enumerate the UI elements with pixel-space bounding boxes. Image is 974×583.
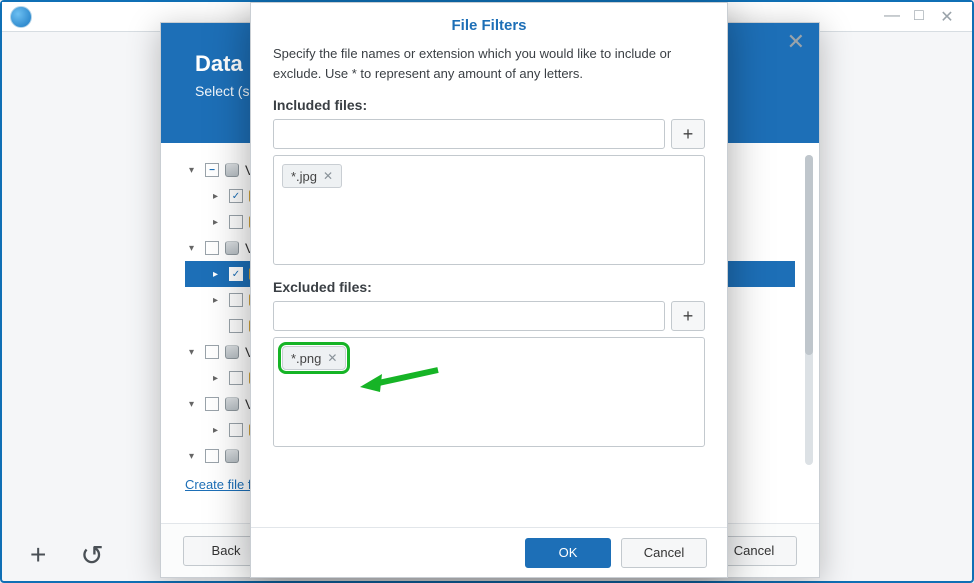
remove-tag-icon[interactable]: ✕	[327, 351, 337, 365]
expand-arrow-icon[interactable]: ▾	[189, 165, 199, 176]
excluded-tag-list: *.png ✕	[273, 337, 705, 447]
expand-arrow-icon[interactable]: ▸	[213, 373, 223, 384]
expand-arrow-icon[interactable]: ▾	[189, 399, 199, 410]
volume-icon	[225, 241, 239, 255]
file-filters-dialog: File Filters Specify the file names or e…	[250, 2, 728, 578]
close-icon[interactable]: ✕	[940, 7, 954, 27]
checkbox[interactable]	[229, 215, 243, 229]
app-logo	[10, 6, 32, 28]
ok-button[interactable]: OK	[525, 538, 611, 568]
filter-tag[interactable]: *.jpg ✕	[282, 164, 342, 188]
volume-icon	[225, 163, 239, 177]
expand-arrow-icon[interactable]: ▸	[213, 295, 223, 306]
expand-arrow-icon[interactable]: ▸	[213, 217, 223, 228]
expand-arrow-icon[interactable]: ▸	[213, 425, 223, 436]
remove-tag-icon[interactable]: ✕	[323, 169, 333, 183]
wizard-scrollbar[interactable]	[805, 155, 813, 465]
volume-icon	[225, 345, 239, 359]
expand-arrow-icon[interactable]: ▾	[189, 347, 199, 358]
checkbox[interactable]	[205, 397, 219, 411]
volume-icon	[225, 449, 239, 463]
minimize-icon[interactable]: —	[884, 7, 898, 27]
history-button[interactable]: ↺	[80, 539, 103, 572]
filter-tag[interactable]: *.png ✕	[282, 346, 346, 370]
wizard-close-icon[interactable]: ✕	[787, 29, 805, 55]
filter-tag-label: *.png	[291, 351, 321, 366]
checkbox[interactable]	[229, 267, 243, 281]
scrollbar-thumb[interactable]	[805, 155, 813, 355]
excluded-input[interactable]	[273, 301, 665, 331]
cancel-button[interactable]: Cancel	[621, 538, 707, 568]
checkbox[interactable]	[229, 189, 243, 203]
checkbox[interactable]	[205, 241, 219, 255]
checkbox[interactable]	[229, 293, 243, 307]
maximize-icon[interactable]: □	[912, 7, 926, 27]
checkbox[interactable]	[205, 345, 219, 359]
included-files-label: Included files:	[273, 97, 705, 113]
included-tag-list: *.jpg ✕	[273, 155, 705, 265]
dialog-intro: Specify the file names or extension whic…	[273, 44, 705, 83]
included-add-button[interactable]: +	[671, 119, 705, 149]
checkbox[interactable]	[229, 423, 243, 437]
expand-arrow-icon[interactable]: ▾	[189, 243, 199, 254]
excluded-files-label: Excluded files:	[273, 279, 705, 295]
checkbox[interactable]	[205, 163, 219, 177]
checkbox[interactable]	[229, 319, 243, 333]
expand-arrow-icon[interactable]: ▸	[213, 269, 223, 280]
dialog-title: File Filters	[251, 3, 727, 44]
included-input[interactable]	[273, 119, 665, 149]
excluded-add-button[interactable]: +	[671, 301, 705, 331]
expand-arrow-icon[interactable]: ▸	[213, 191, 223, 202]
add-task-button[interactable]: +	[30, 539, 46, 571]
expand-arrow-icon[interactable]: ▾	[189, 451, 199, 462]
checkbox[interactable]	[205, 449, 219, 463]
filter-tag-label: *.jpg	[291, 169, 317, 184]
volume-icon	[225, 397, 239, 411]
checkbox[interactable]	[229, 371, 243, 385]
